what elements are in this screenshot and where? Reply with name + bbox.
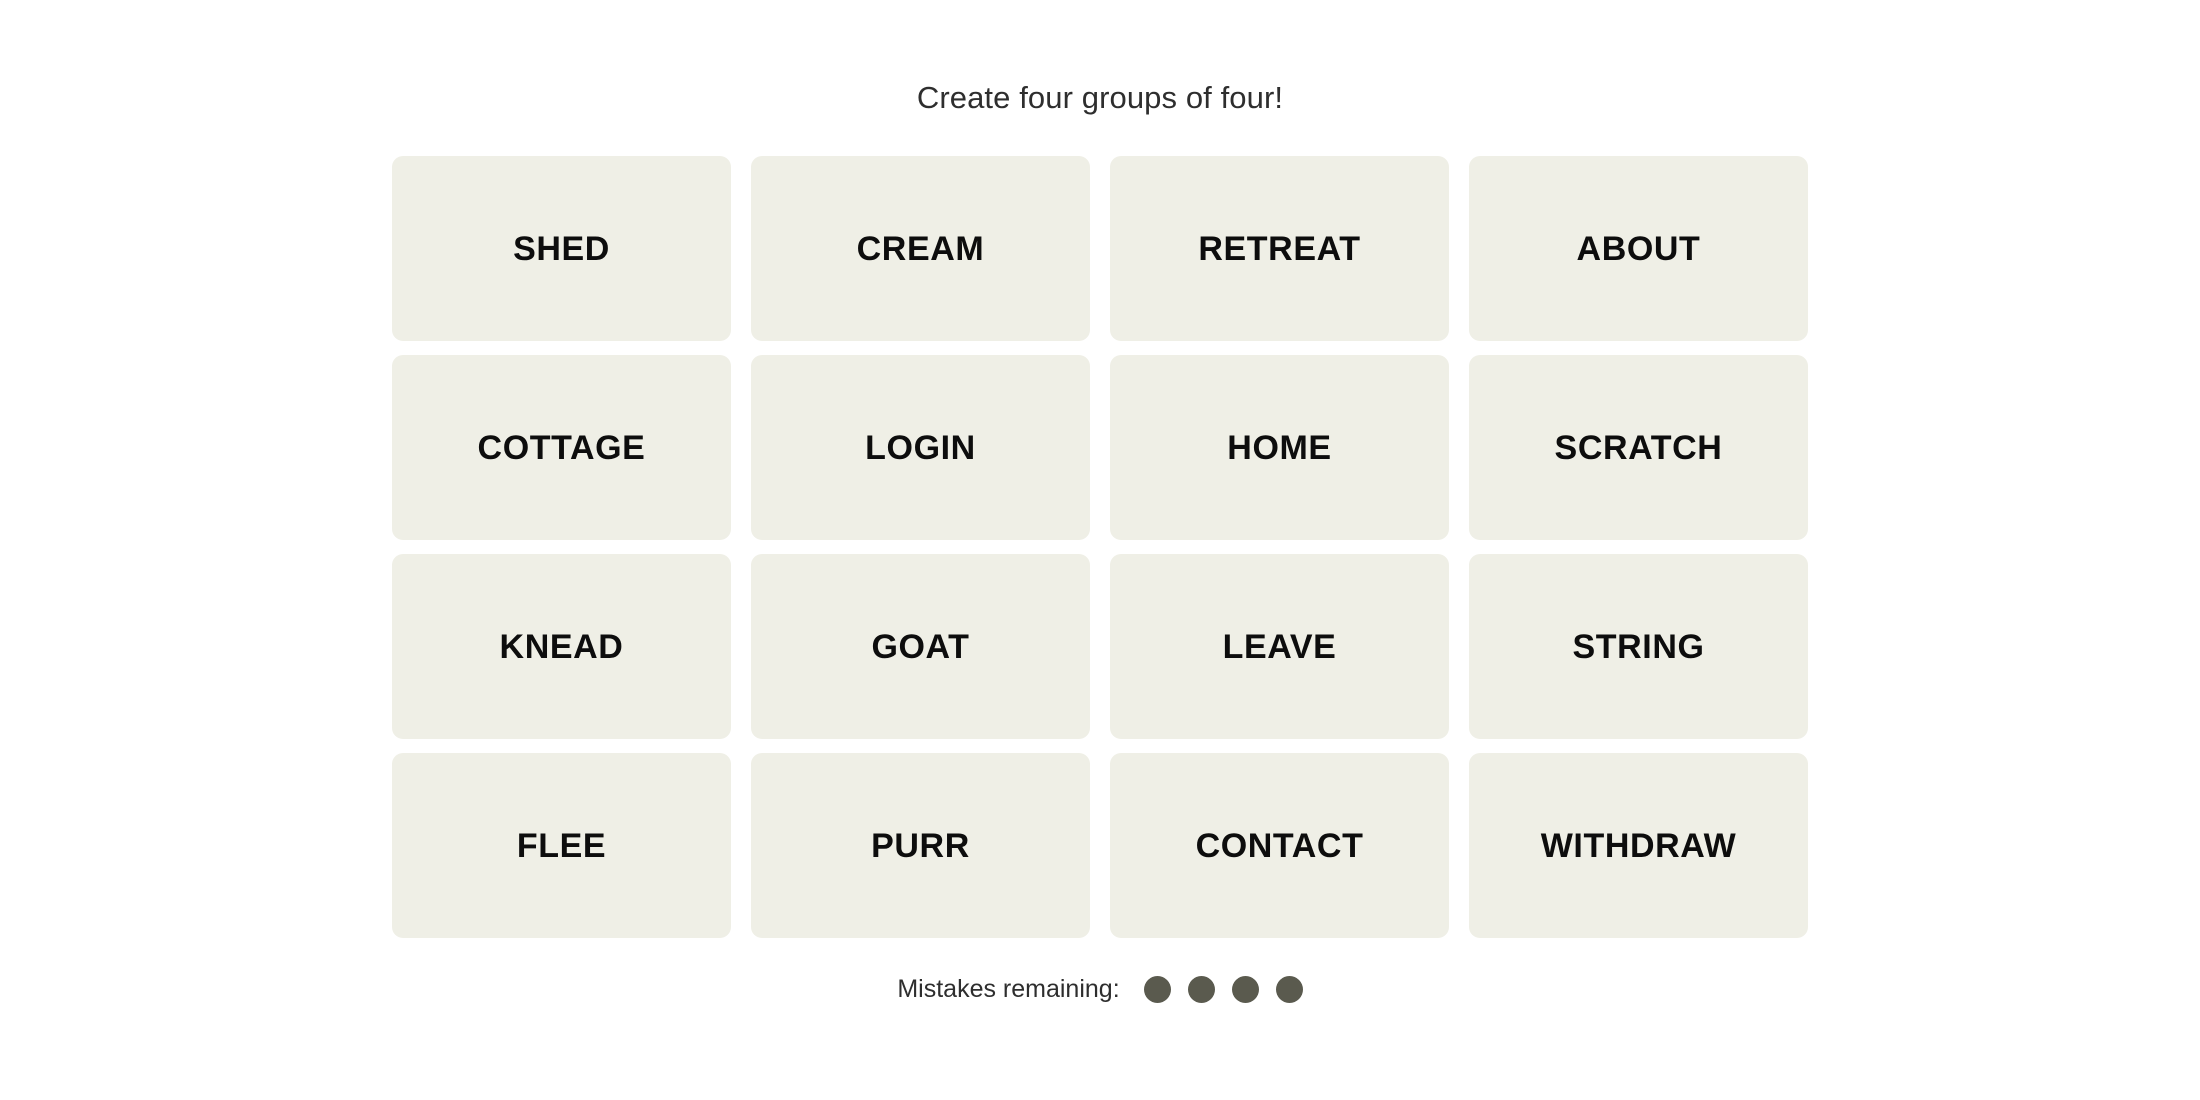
word-tile[interactable]: SHED: [392, 156, 731, 341]
word-tile-label: HOME: [1227, 428, 1332, 467]
filled-circle-icon: [1231, 976, 1259, 1003]
word-tile[interactable]: LOGIN: [751, 355, 1090, 540]
word-tile-label: KNEAD: [499, 627, 624, 666]
word-tile[interactable]: GOAT: [751, 554, 1090, 739]
word-tile[interactable]: WITHDRAW: [1469, 753, 1808, 938]
word-tile[interactable]: CREAM: [751, 156, 1090, 341]
word-tile-label: LOGIN: [865, 428, 976, 467]
word-tile-label: RETREAT: [1198, 229, 1361, 268]
mistake-dots: [1143, 976, 1303, 1003]
filled-circle-icon: [1143, 976, 1171, 1003]
word-tile-label: ABOUT: [1576, 229, 1701, 268]
word-tile-label: GOAT: [871, 627, 970, 666]
word-tile-label: CREAM: [856, 229, 985, 268]
word-tile[interactable]: HOME: [1110, 355, 1449, 540]
word-tile-label: FLEE: [516, 826, 607, 865]
word-tile[interactable]: STRING: [1469, 554, 1808, 739]
word-tile-label: WITHDRAW: [1540, 826, 1737, 865]
filled-circle-icon: [1187, 976, 1215, 1003]
word-tile[interactable]: COTTAGE: [392, 355, 731, 540]
filled-circle-icon: [1275, 976, 1303, 1003]
word-tile-label: SHED: [513, 229, 610, 268]
word-tile[interactable]: LEAVE: [1110, 554, 1449, 739]
word-tile-label: PURR: [871, 826, 970, 865]
word-tile-label: LEAVE: [1222, 627, 1337, 666]
word-tile-label: STRING: [1572, 627, 1705, 666]
word-tile-label: SCRATCH: [1554, 428, 1723, 467]
word-tile[interactable]: KNEAD: [392, 554, 731, 739]
word-tile[interactable]: RETREAT: [1110, 156, 1449, 341]
mistakes-remaining-bar: Mistakes remaining:: [897, 975, 1303, 1003]
word-tile-label: COTTAGE: [477, 428, 646, 467]
word-tile[interactable]: CONTACT: [1110, 753, 1449, 938]
connections-game: Create four groups of four! SHED CREAM R…: [391, 0, 1809, 1003]
word-tile[interactable]: FLEE: [392, 753, 731, 938]
mistakes-remaining-label: Mistakes remaining:: [897, 975, 1120, 1003]
word-grid: SHED CREAM RETREAT ABOUT COTTAGE LOGIN H…: [392, 156, 1808, 938]
word-tile[interactable]: SCRATCH: [1469, 355, 1808, 540]
word-tile-label: CONTACT: [1195, 826, 1364, 865]
word-tile[interactable]: ABOUT: [1469, 156, 1808, 341]
word-tile[interactable]: PURR: [751, 753, 1090, 938]
page-title: Create four groups of four!: [916, 80, 1284, 115]
